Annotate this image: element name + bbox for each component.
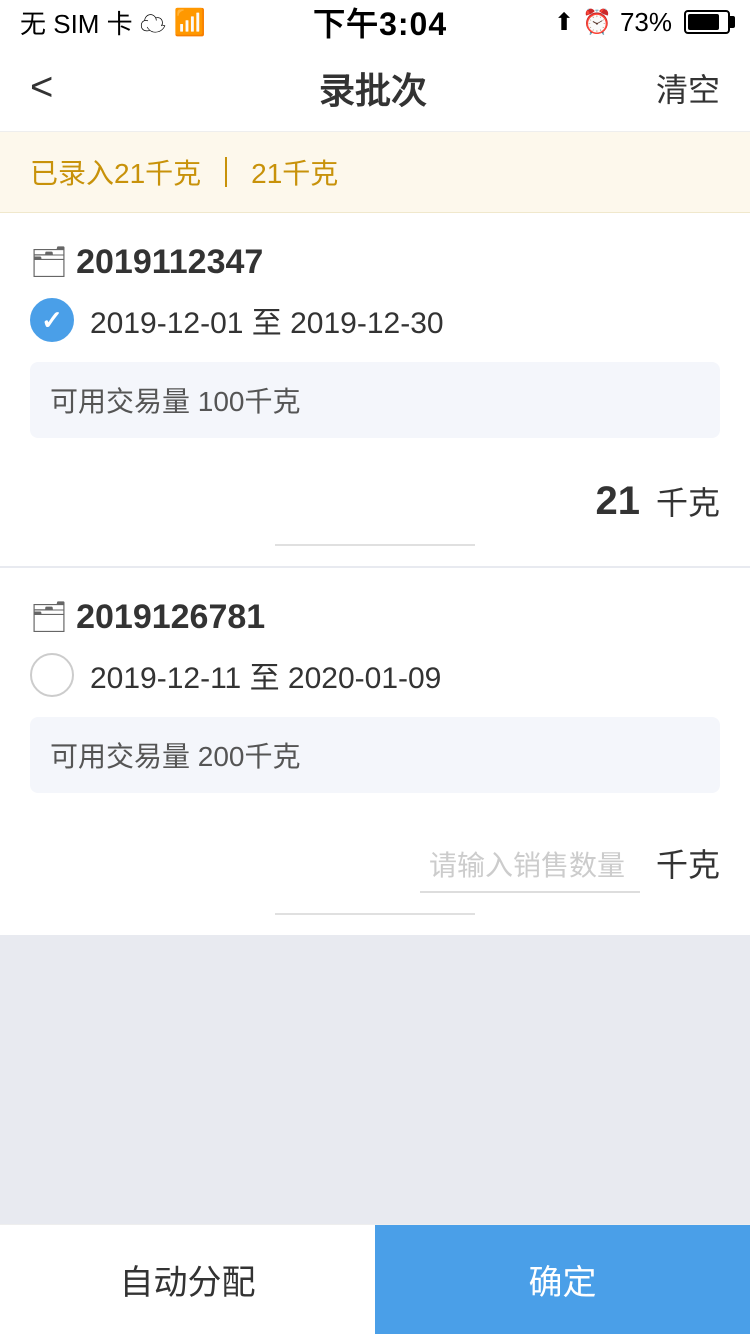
- sim-label: 无 SIM 卡 ☁: [20, 4, 166, 41]
- content-area: 🗂 2019112347 2019-12-01 至 2019-12-30 可用交…: [0, 213, 750, 1315]
- batch2-inner: 🗂 2019126781 2019-12-11 至 2020-01-09 可用交…: [0, 568, 750, 793]
- wifi-icon: 📶: [174, 7, 206, 38]
- nav-bar: < 录批次 清空: [0, 44, 750, 132]
- total-quantity: 21千克: [251, 152, 338, 192]
- batch1-input-row: 21 千克: [0, 458, 750, 544]
- batch2-date: 2019-12-11 至 2020-01-09: [90, 653, 441, 697]
- batch2-number: 2019126781: [76, 598, 265, 637]
- batch2-divider: [275, 913, 475, 915]
- batch1-quantity: 21: [560, 479, 640, 524]
- auto-distribute-button[interactable]: 自动分配: [0, 1225, 375, 1334]
- battery-percent: 73%: [620, 7, 672, 38]
- batch1-divider: [275, 544, 475, 546]
- banner-divider: [225, 157, 227, 187]
- status-left: 无 SIM 卡 ☁ 📶: [20, 4, 206, 41]
- batch1-date-row: 2019-12-01 至 2019-12-30: [30, 298, 720, 342]
- batch2-checkbox[interactable]: [30, 653, 74, 697]
- recorded-quantity: 已录入21千克: [30, 152, 201, 192]
- battery-icon: [684, 10, 730, 34]
- status-bar: 无 SIM 卡 ☁ 📶 下午3:04 ⬆ ⏰ 73%: [0, 0, 750, 44]
- status-right: ⬆ ⏰ 73%: [554, 7, 730, 38]
- batch1-icon: 🗂: [30, 245, 68, 280]
- batch2-quantity-input[interactable]: [420, 833, 640, 893]
- confirm-button[interactable]: 确定: [375, 1225, 750, 1334]
- location-icon: ⬆: [554, 8, 574, 37]
- batch2-input-row: 千克: [0, 813, 750, 913]
- batch1-date: 2019-12-01 至 2019-12-30: [90, 298, 444, 342]
- page-title: 录批次: [319, 62, 427, 114]
- bottom-bar: 自动分配 确定: [0, 1224, 750, 1334]
- batch1-available: 可用交易量 100千克: [30, 362, 720, 438]
- batch1-number: 2019112347: [76, 243, 263, 282]
- batch1-inner: 🗂 2019112347 2019-12-01 至 2019-12-30 可用交…: [0, 213, 750, 438]
- status-time: 下午3:04: [313, 0, 447, 45]
- batch1-unit: 千克: [656, 478, 720, 524]
- batch2-header: 🗂 2019126781: [30, 598, 720, 637]
- info-banner: 已录入21千克 21千克: [0, 132, 750, 213]
- batch2-unit: 千克: [656, 840, 720, 886]
- clear-button[interactable]: 清空: [656, 65, 720, 111]
- batch1-card: 🗂 2019112347 2019-12-01 至 2019-12-30 可用交…: [0, 213, 750, 566]
- batch1-checkbox[interactable]: [30, 298, 74, 342]
- clock-icon: ⏰: [582, 8, 612, 37]
- batch2-card: 🗂 2019126781 2019-12-11 至 2020-01-09 可用交…: [0, 568, 750, 935]
- batch1-header: 🗂 2019112347: [30, 243, 720, 282]
- back-button[interactable]: <: [30, 65, 90, 110]
- batch2-date-row: 2019-12-11 至 2020-01-09: [30, 653, 720, 697]
- batch2-icon: 🗂: [30, 600, 68, 635]
- batch2-available: 可用交易量 200千克: [30, 717, 720, 793]
